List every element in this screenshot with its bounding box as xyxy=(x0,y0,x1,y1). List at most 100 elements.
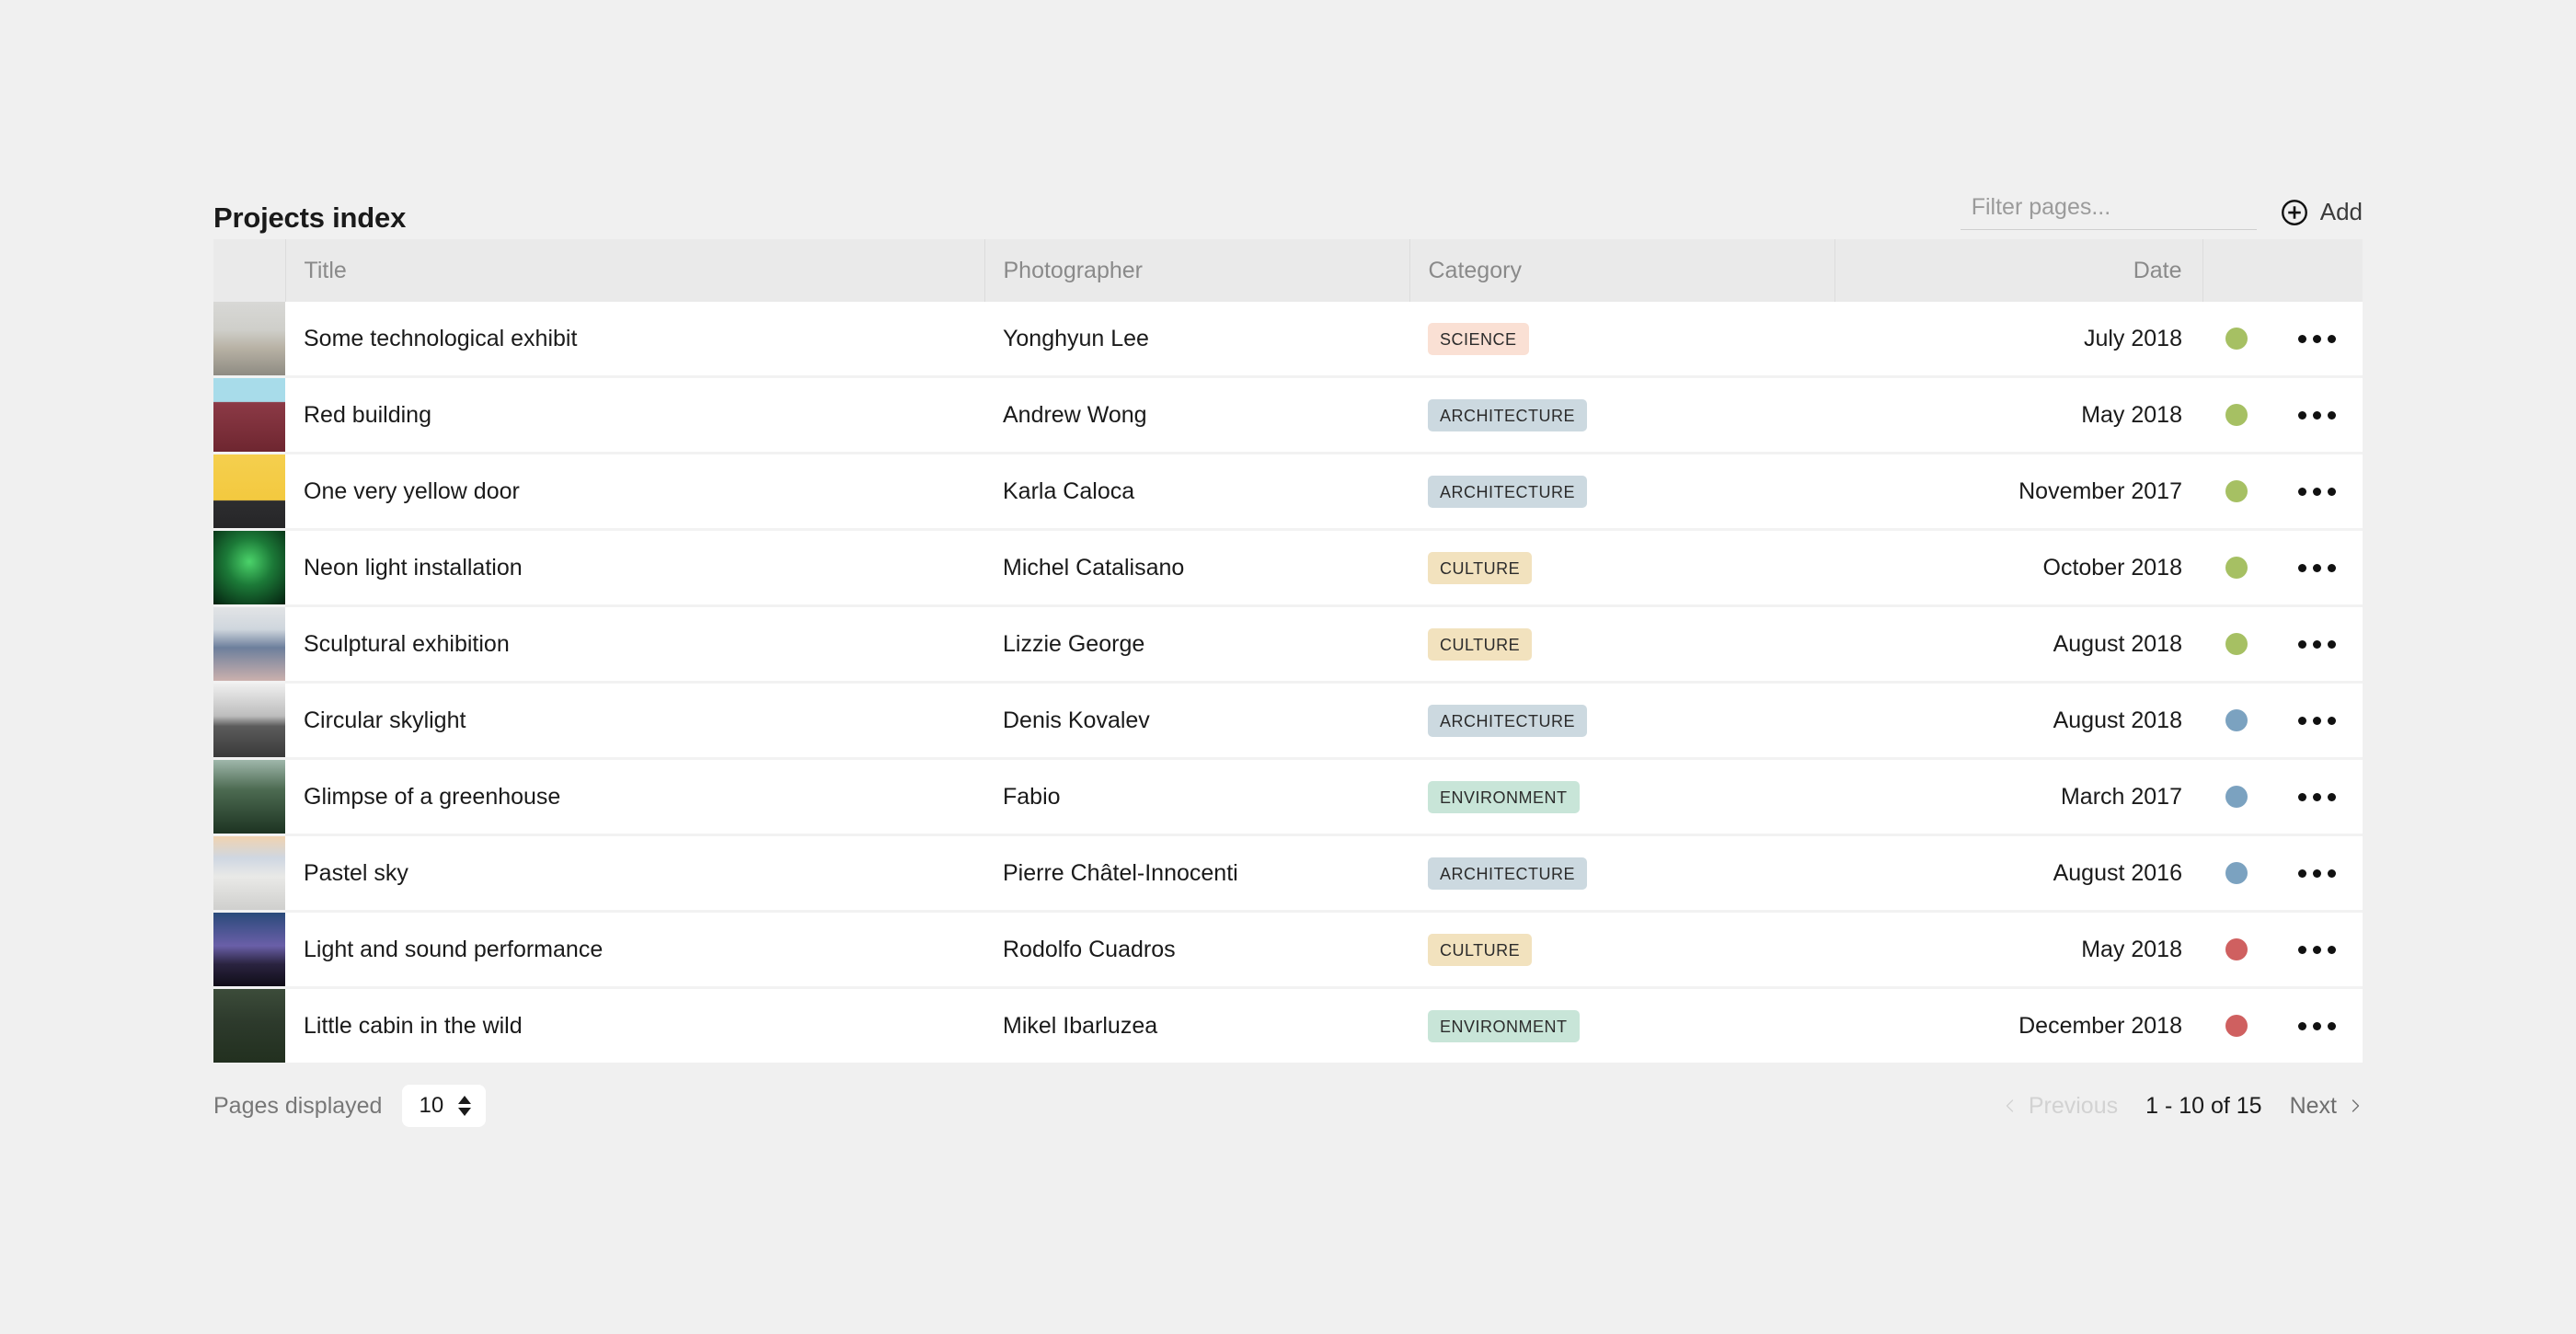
row-title-cell[interactable]: Some technological exhibit xyxy=(285,302,984,378)
more-horizontal-icon xyxy=(2297,563,2336,572)
row-menu-button[interactable] xyxy=(2271,531,2363,604)
status-badge xyxy=(2202,302,2271,375)
row-thumbnail-cell xyxy=(213,834,285,913)
row-category-cell: SCIENCE xyxy=(1409,302,1834,378)
more-horizontal-icon xyxy=(2297,792,2336,801)
row-thumbnail-cell xyxy=(213,605,285,684)
filter-pages-input[interactable] xyxy=(1960,194,2268,221)
table-row[interactable]: One very yellow door Karla Caloca ARCHITEC… xyxy=(213,453,2363,531)
category-badge: CULTURE xyxy=(1428,627,1533,661)
row-date-cell: November 2017 xyxy=(1834,453,2202,531)
row-category-cell: ENVIRONMENT xyxy=(1409,988,1834,1064)
row-category-cell: ARCHITECTURE xyxy=(1409,453,1834,531)
next-page-button[interactable]: Next xyxy=(2290,1093,2363,1120)
column-header-category[interactable]: Category xyxy=(1409,239,1835,302)
pagination-range: 1 - 10 of 15 xyxy=(2145,1092,2262,1119)
row-actions-cell xyxy=(2202,529,2363,607)
row-photographer-cell: Rodolfo Cuadros xyxy=(984,911,1409,989)
thumbnail-image xyxy=(213,913,285,986)
projects-index-page: Projects index Add Title Photo xyxy=(213,175,2363,1140)
table-row[interactable]: Circular skylight Denis Kovalev ARCHITECTU… xyxy=(213,682,2363,760)
column-header-title[interactable]: Title xyxy=(285,239,985,302)
table-body: Some technological exhibit Yonghyun Lee SC… xyxy=(213,302,2363,1063)
row-menu-button[interactable] xyxy=(2271,302,2363,375)
table-row[interactable]: Light and sound performance Rodolfo Cuadr… xyxy=(213,911,2363,989)
row-menu-button[interactable] xyxy=(2271,989,2363,1063)
row-actions-cell xyxy=(2202,834,2363,913)
row-menu-button[interactable] xyxy=(2271,454,2363,528)
table-row[interactable]: Some technological exhibit Yonghyun Lee SC… xyxy=(213,302,2363,378)
row-title-cell[interactable]: Neon light installation xyxy=(285,529,984,607)
thumbnail-image xyxy=(213,836,285,910)
next-page-label: Next xyxy=(2289,1092,2337,1119)
row-thumbnail-cell xyxy=(213,988,285,1063)
row-actions-cell xyxy=(2202,988,2363,1064)
row-menu-button[interactable] xyxy=(2271,684,2363,757)
row-title-cell[interactable]: Little cabin in the wild xyxy=(285,988,984,1064)
more-horizontal-icon xyxy=(2297,945,2336,954)
table-row[interactable]: Pastel sky Pierre Châtel-Innocenti ARCHITE… xyxy=(213,834,2363,913)
plus-circle-icon xyxy=(2281,199,2308,226)
table-row[interactable]: Little cabin in the wild Mikel Ibarluzea E… xyxy=(213,987,2363,1064)
row-photographer-cell: Fabio xyxy=(984,758,1409,836)
row-thumbnail-cell xyxy=(213,911,285,989)
status-dot-icon xyxy=(2225,633,2248,655)
status-badge xyxy=(2202,760,2271,834)
status-badge xyxy=(2202,989,2271,1063)
more-horizontal-icon xyxy=(2297,716,2336,725)
row-menu-button[interactable] xyxy=(2271,378,2363,452)
row-menu-button[interactable] xyxy=(2271,836,2363,910)
row-title-cell[interactable]: Light and sound performance xyxy=(285,911,984,989)
row-thumbnail-cell xyxy=(213,302,285,378)
table-header: Title Photographer Category Date xyxy=(213,239,2363,302)
row-title-cell[interactable]: Red building xyxy=(285,376,984,454)
stepper-arrows-icon xyxy=(458,1096,472,1116)
table-row[interactable]: Neon light installation Michel Catalisano… xyxy=(213,529,2363,607)
thumbnail-image xyxy=(213,302,285,375)
row-date-cell: March 2017 xyxy=(1834,758,2202,836)
status-badge xyxy=(2202,531,2271,604)
table-row[interactable]: Red building Andrew Wong ARCHITECTURE May 2… xyxy=(213,376,2363,454)
row-category-cell: ARCHITECTURE xyxy=(1409,682,1834,760)
row-date-cell: October 2018 xyxy=(1834,529,2202,607)
more-horizontal-icon xyxy=(2297,1021,2336,1030)
status-dot-icon xyxy=(2225,480,2248,502)
row-menu-button[interactable] xyxy=(2271,760,2363,834)
more-horizontal-icon xyxy=(2297,487,2336,496)
table-header-row: Title Photographer Category Date xyxy=(213,239,2363,302)
category-badge: ARCHITECTURE xyxy=(1428,475,1588,508)
row-category-cell: CULTURE xyxy=(1409,605,1834,684)
status-dot-icon xyxy=(2225,862,2248,884)
row-photographer-cell: Michel Catalisano xyxy=(984,529,1409,607)
toolbar-actions: Add xyxy=(1960,194,2363,232)
row-title-cell[interactable]: One very yellow door xyxy=(285,453,984,531)
chevron-left-icon xyxy=(2003,1098,2018,1113)
row-title-cell[interactable]: Sculptural exhibition xyxy=(285,605,984,684)
thumbnail-image xyxy=(213,760,285,834)
row-menu-button[interactable] xyxy=(2271,607,2363,681)
category-badge: CULTURE xyxy=(1428,551,1533,584)
row-thumbnail-cell xyxy=(213,376,285,454)
row-actions-cell xyxy=(2202,302,2363,378)
row-photographer-cell: Andrew Wong xyxy=(984,376,1409,454)
row-photographer-cell: Pierre Châtel-Innocenti xyxy=(984,834,1409,913)
row-thumbnail-cell xyxy=(213,453,285,531)
previous-page-button[interactable]: Previous xyxy=(2003,1093,2118,1120)
category-badge: ENVIRONMENT xyxy=(1428,1009,1580,1042)
pagination-controls: Previous 1 - 10 of 15 Next xyxy=(2003,1093,2363,1120)
row-photographer-cell: Mikel Ibarluzea xyxy=(1003,1012,1158,1039)
add-button[interactable]: Add xyxy=(2281,198,2363,226)
column-header-thumbnail xyxy=(213,239,286,302)
row-title-cell[interactable]: Circular skylight xyxy=(285,682,984,760)
table-row[interactable]: Glimpse of a greenhouse Fabio ENVIRONMENT M… xyxy=(213,758,2363,836)
column-header-photographer[interactable]: Photographer xyxy=(984,239,1410,302)
page-size-select[interactable]: 10 xyxy=(402,1085,487,1127)
row-title-cell[interactable]: Pastel sky xyxy=(285,834,984,913)
table-row[interactable]: Sculptural exhibition Lizzie George CULTUR… xyxy=(213,605,2363,684)
status-dot-icon xyxy=(2225,1015,2248,1037)
add-button-label: Add xyxy=(2319,198,2363,225)
column-header-date[interactable]: Date xyxy=(1834,239,2203,302)
row-menu-button[interactable] xyxy=(2271,913,2363,986)
row-title-cell[interactable]: Glimpse of a greenhouse xyxy=(285,758,984,836)
status-dot-icon xyxy=(2225,786,2248,808)
